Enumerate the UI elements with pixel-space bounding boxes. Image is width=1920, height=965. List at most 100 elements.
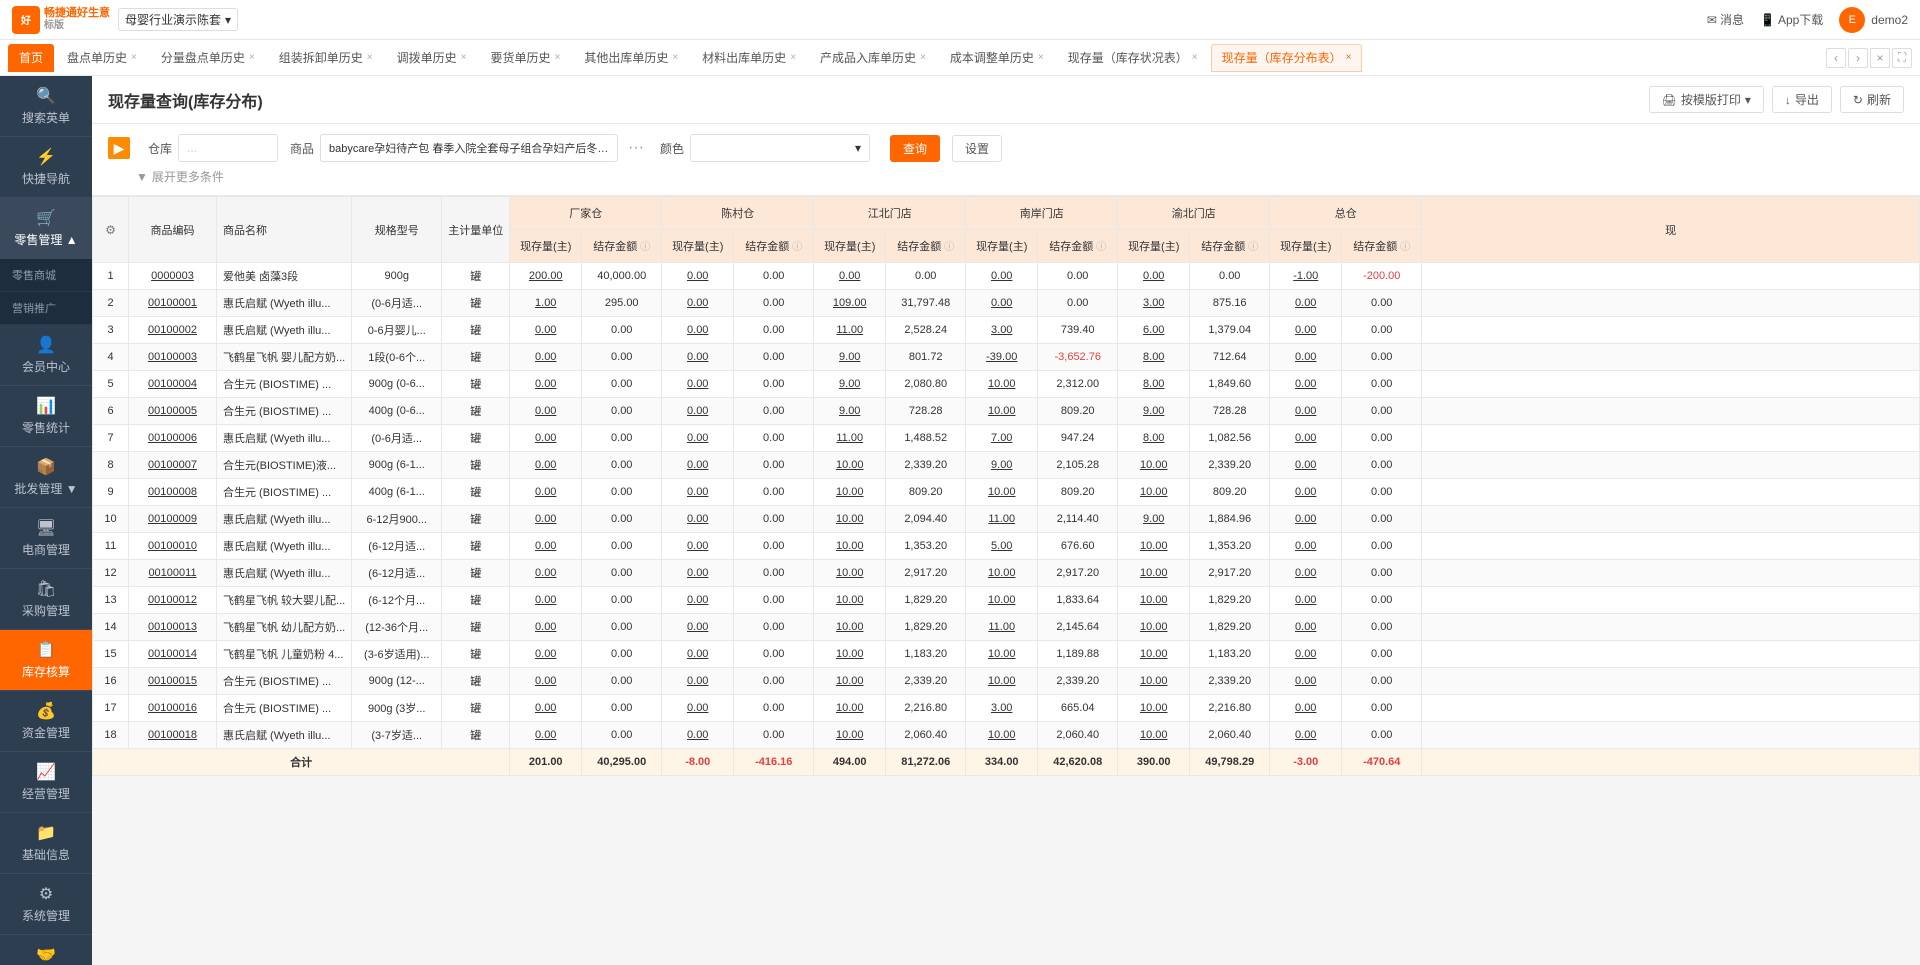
- settings-btn[interactable]: 设置: [952, 135, 1002, 162]
- na-qty[interactable]: 10.00: [966, 371, 1038, 398]
- yb-qty[interactable]: 3.00: [1118, 290, 1190, 317]
- sidebar-item-quicknav[interactable]: ⚡ 快捷导航: [0, 137, 92, 198]
- jb-qty[interactable]: 109.00: [814, 290, 886, 317]
- fj-qty[interactable]: 1.00: [510, 290, 582, 317]
- cc-qty[interactable]: 0.00: [662, 425, 734, 452]
- close-icon[interactable]: ×: [131, 52, 137, 63]
- table-area[interactable]: ⚙ 商品编码 商品名称 规格型号 主计量单位 厂家仓 陈村仓 江北门店 南岸门店…: [92, 196, 1920, 965]
- fj-qty[interactable]: 0.00: [510, 614, 582, 641]
- cc-qty[interactable]: 0.00: [662, 452, 734, 479]
- yb-qty[interactable]: 8.00: [1118, 344, 1190, 371]
- product-code[interactable]: 00100002: [129, 317, 217, 344]
- cc-qty[interactable]: 0.00: [662, 533, 734, 560]
- cc-qty[interactable]: 0.00: [662, 371, 734, 398]
- sidebar-item-purchase[interactable]: 🛍 采购管理: [0, 569, 92, 630]
- na-qty[interactable]: 11.00: [966, 506, 1038, 533]
- tab-inventory-count[interactable]: 盘点单历史×: [56, 44, 148, 72]
- jb-qty[interactable]: 10.00: [814, 479, 886, 506]
- zc-qty[interactable]: 0.00: [1270, 506, 1342, 533]
- product-code[interactable]: 00100008: [129, 479, 217, 506]
- sidebar-item-wholesale[interactable]: 📦 批发管理 ▼: [0, 447, 92, 508]
- user-area[interactable]: E demo2: [1839, 7, 1908, 33]
- app-download-btn[interactable]: 📱 App下载: [1760, 11, 1823, 28]
- fj-qty[interactable]: 0.00: [510, 344, 582, 371]
- refresh-btn[interactable]: ↻ 刷新: [1840, 86, 1904, 113]
- zc-qty[interactable]: 0.00: [1270, 371, 1342, 398]
- product-code[interactable]: 00100018: [129, 722, 217, 749]
- zc-qty[interactable]: 0.00: [1270, 398, 1342, 425]
- info-icon[interactable]: ⓘ: [1096, 242, 1106, 253]
- na-qty[interactable]: 10.00: [966, 398, 1038, 425]
- close-icon[interactable]: ×: [1192, 52, 1198, 63]
- tab-stock-dist[interactable]: 现存量（库存分布表）×: [1211, 44, 1363, 72]
- message-btn[interactable]: ✉ 消息: [1707, 11, 1744, 28]
- yb-qty[interactable]: 10.00: [1118, 560, 1190, 587]
- zc-qty[interactable]: 0.00: [1270, 533, 1342, 560]
- yb-qty[interactable]: 10.00: [1118, 587, 1190, 614]
- product-code[interactable]: 00100010: [129, 533, 217, 560]
- fj-qty[interactable]: 0.00: [510, 668, 582, 695]
- cc-qty[interactable]: 0.00: [662, 479, 734, 506]
- zc-qty[interactable]: 0.00: [1270, 425, 1342, 452]
- yb-qty[interactable]: 10.00: [1118, 641, 1190, 668]
- na-qty[interactable]: 3.00: [966, 317, 1038, 344]
- cc-qty[interactable]: 0.00: [662, 263, 734, 290]
- sidebar-item-retail[interactable]: 🛒 零售管理 ▲: [0, 198, 92, 259]
- cc-qty[interactable]: 0.00: [662, 695, 734, 722]
- store-selector[interactable]: 母婴行业演示陈套 ▾: [118, 8, 238, 31]
- fj-qty[interactable]: 0.00: [510, 452, 582, 479]
- product-code[interactable]: 00100005: [129, 398, 217, 425]
- na-qty[interactable]: 10.00: [966, 722, 1038, 749]
- jb-qty[interactable]: 10.00: [814, 668, 886, 695]
- yb-qty[interactable]: 10.00: [1118, 722, 1190, 749]
- fj-qty[interactable]: 0.00: [510, 479, 582, 506]
- product-code[interactable]: 00100009: [129, 506, 217, 533]
- cc-qty[interactable]: 0.00: [662, 560, 734, 587]
- close-icon[interactable]: ×: [249, 52, 255, 63]
- yb-qty[interactable]: 9.00: [1118, 398, 1190, 425]
- yb-qty[interactable]: 10.00: [1118, 533, 1190, 560]
- sidebar-item-member[interactable]: 👤 会员中心: [0, 325, 92, 386]
- close-icon[interactable]: ×: [367, 52, 373, 63]
- jb-qty[interactable]: 10.00: [814, 452, 886, 479]
- yb-qty[interactable]: 10.00: [1118, 614, 1190, 641]
- fj-qty[interactable]: 0.00: [510, 560, 582, 587]
- zc-qty[interactable]: 0.00: [1270, 344, 1342, 371]
- jb-qty[interactable]: 11.00: [814, 425, 886, 452]
- sidebar-item-stat[interactable]: 📊 零售统计: [0, 386, 92, 447]
- fj-qty[interactable]: 200.00: [510, 263, 582, 290]
- jb-qty[interactable]: 9.00: [814, 344, 886, 371]
- jb-qty[interactable]: 9.00: [814, 371, 886, 398]
- jb-qty[interactable]: 0.00: [814, 263, 886, 290]
- fj-qty[interactable]: 0.00: [510, 533, 582, 560]
- tab-stock-status[interactable]: 现存量（库存状况表）×: [1057, 44, 1209, 72]
- na-qty[interactable]: 9.00: [966, 452, 1038, 479]
- product-code[interactable]: 0000003: [129, 263, 217, 290]
- product-code[interactable]: 00100006: [129, 425, 217, 452]
- sidebar-item-inventory[interactable]: 📋 库存核算: [0, 630, 92, 691]
- na-qty[interactable]: 0.00: [966, 263, 1038, 290]
- nav-close-btn[interactable]: ×: [1870, 48, 1890, 68]
- product-code[interactable]: 00100015: [129, 668, 217, 695]
- zc-qty[interactable]: 0.00: [1270, 290, 1342, 317]
- cc-qty[interactable]: 0.00: [662, 668, 734, 695]
- jb-qty[interactable]: 11.00: [814, 317, 886, 344]
- sidebar-item-collab[interactable]: 🤝 企业协同: [0, 935, 92, 965]
- yb-qty[interactable]: 10.00: [1118, 695, 1190, 722]
- query-btn[interactable]: 查询: [890, 135, 940, 162]
- cc-qty[interactable]: 0.00: [662, 317, 734, 344]
- fj-qty[interactable]: 0.00: [510, 587, 582, 614]
- expand-conditions-btn[interactable]: ▼ 展开更多条件: [136, 168, 1904, 185]
- cc-qty[interactable]: 0.00: [662, 722, 734, 749]
- zc-qty[interactable]: 0.00: [1270, 452, 1342, 479]
- zc-qty[interactable]: 0.00: [1270, 722, 1342, 749]
- warehouse-input[interactable]: ...: [178, 134, 278, 162]
- nav-expand-btn[interactable]: ⛶: [1892, 48, 1912, 68]
- jb-qty[interactable]: 10.00: [814, 506, 886, 533]
- cc-qty[interactable]: 0.00: [662, 587, 734, 614]
- fj-qty[interactable]: 0.00: [510, 398, 582, 425]
- na-qty[interactable]: 10.00: [966, 479, 1038, 506]
- jb-qty[interactable]: 10.00: [814, 614, 886, 641]
- info-icon[interactable]: ⓘ: [1400, 242, 1410, 253]
- close-icon[interactable]: ×: [461, 52, 467, 63]
